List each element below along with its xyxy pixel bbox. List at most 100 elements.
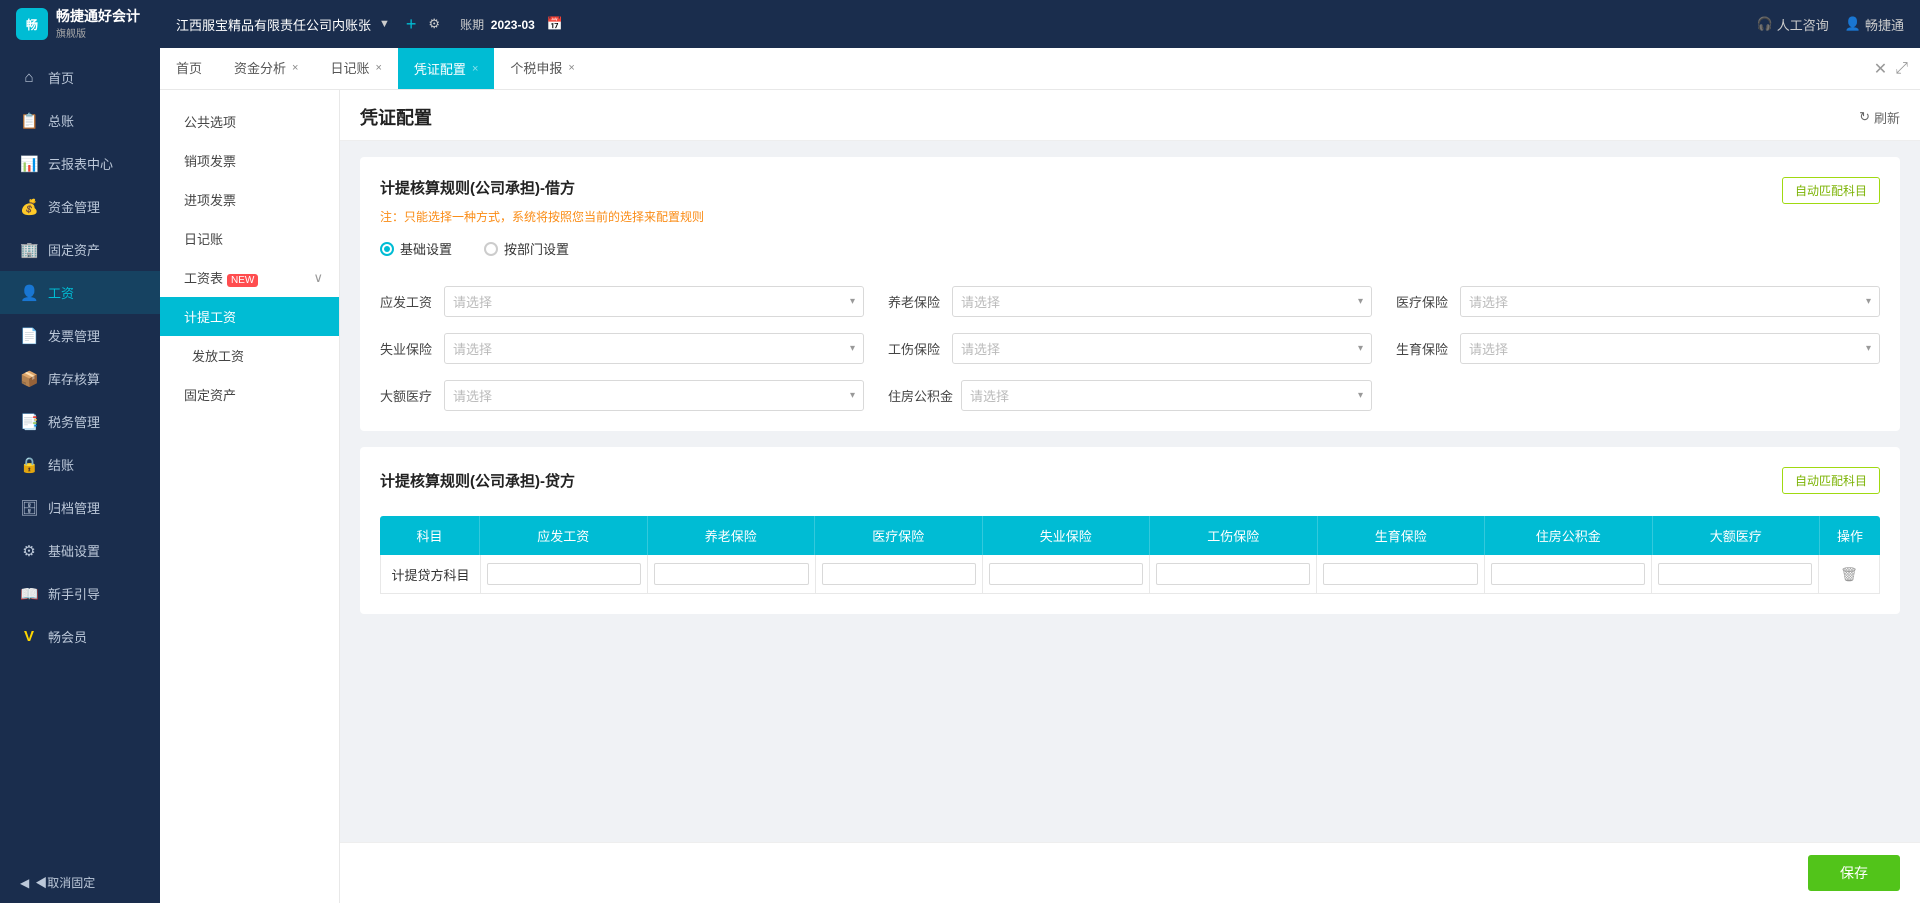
- select-arrow-icon: ▾: [1358, 343, 1363, 354]
- refresh-button[interactable]: ↻ 刷新: [1859, 108, 1900, 127]
- left-nav-purchase[interactable]: 进项发票: [160, 180, 339, 219]
- th-sybx: 失业保险: [983, 516, 1151, 555]
- tab-journal-close[interactable]: ×: [375, 62, 381, 74]
- sidebar-item-archive[interactable]: 🗄 归档管理: [0, 486, 160, 529]
- tab-tax-close[interactable]: ×: [568, 62, 574, 74]
- field-ylbx2-select[interactable]: 请选择 ▾: [1460, 286, 1880, 317]
- sidebar-item-label: 畅会员: [48, 627, 87, 646]
- td-dely-input[interactable]: [1658, 563, 1812, 585]
- left-nav: 公共选项 销项发票 进项发票 日记账 工资表NEW ∨ 计提工资 发放工资 固定…: [160, 90, 340, 903]
- scroll-content[interactable]: 计提核算规则(公司承担)-借方 注：只能选择一种方式，系统将按照您当前的选择来配…: [340, 141, 1920, 842]
- tab-tax-label: 个税申报: [510, 58, 562, 77]
- debit-section-notice: 注：只能选择一种方式，系统将按照您当前的选择来配置规则: [380, 208, 704, 225]
- sidebar-item-tax[interactable]: 📑 税务管理: [0, 400, 160, 443]
- tab-voucher[interactable]: 凭证配置 ×: [398, 48, 494, 89]
- th-zfgjj: 住房公积金: [1485, 516, 1653, 555]
- user-avatar-icon: 👤: [1845, 16, 1861, 32]
- td-sybx[interactable]: [983, 555, 1150, 593]
- field-dely-select[interactable]: 请选择 ▾: [444, 380, 864, 411]
- tab-home[interactable]: 首页: [160, 48, 218, 89]
- td-zfgjj[interactable]: [1485, 555, 1652, 593]
- left-nav-sales[interactable]: 销项发票: [160, 141, 339, 180]
- sidebar-item-vip[interactable]: V 畅会员: [0, 615, 160, 658]
- settings-icon[interactable]: ⚙: [428, 16, 440, 32]
- save-button[interactable]: 保存: [1808, 855, 1900, 891]
- debit-auto-match-button[interactable]: 自动匹配科目: [1782, 177, 1880, 204]
- td-yfgz-input[interactable]: [487, 563, 641, 585]
- td-sybx2-input[interactable]: [1323, 563, 1477, 585]
- tab-expand-icon[interactable]: ⤢: [1895, 60, 1908, 78]
- tab-tax[interactable]: 个税申报 ×: [494, 48, 590, 89]
- radio-basic[interactable]: 基础设置: [380, 239, 452, 258]
- select-arrow-icon: ▾: [850, 296, 855, 307]
- td-sybx-input[interactable]: [989, 563, 1143, 585]
- left-nav-pay-salary[interactable]: 发放工资: [160, 336, 339, 375]
- tab-journal[interactable]: 日记账 ×: [314, 48, 397, 89]
- td-sybx2[interactable]: [1317, 555, 1484, 593]
- home-icon: ⌂: [20, 69, 38, 86]
- sidebar-item-close[interactable]: 🔒 结账: [0, 443, 160, 486]
- service-button[interactable]: 🎧 人工咨询: [1757, 15, 1829, 34]
- sidebar-item-asset[interactable]: 🏢 固定资产: [0, 228, 160, 271]
- field-sybx2-label: 生育保险: [1396, 339, 1452, 358]
- delete-row-icon[interactable]: 🗑: [1840, 566, 1858, 583]
- field-sybx-select[interactable]: 请选择 ▾: [444, 333, 864, 364]
- sidebar-item-fund[interactable]: 💰 资金管理: [0, 185, 160, 228]
- td-dely[interactable]: [1652, 555, 1819, 593]
- field-ylbx-select[interactable]: 请选择 ▾: [952, 286, 1372, 317]
- report-icon: 📊: [20, 155, 38, 173]
- sidebar-pin-button[interactable]: ◀ ◀取消固定: [0, 862, 160, 903]
- left-nav-public[interactable]: 公共选项: [160, 102, 339, 141]
- field-dely-label: 大额医疗: [380, 386, 436, 405]
- sidebar-item-invoice[interactable]: 📄 发票管理: [0, 314, 160, 357]
- td-yfgz[interactable]: [481, 555, 648, 593]
- th-ylbx2: 医疗保险: [815, 516, 983, 555]
- td-ylbx-input[interactable]: [654, 563, 808, 585]
- td-ylbx2-input[interactable]: [822, 563, 976, 585]
- radio-dept[interactable]: 按部门设置: [484, 239, 569, 258]
- td-ylbx[interactable]: [648, 555, 815, 593]
- app-edition: 旗舰版: [56, 25, 140, 40]
- field-yfgz-select[interactable]: 请选择 ▾: [444, 286, 864, 317]
- sidebar-item-inventory[interactable]: 📦 库存核算: [0, 357, 160, 400]
- field-gsbx-select[interactable]: 请选择 ▾: [952, 333, 1372, 364]
- tab-fund-close[interactable]: ×: [292, 62, 298, 74]
- td-ylbx2[interactable]: [816, 555, 983, 593]
- user-area[interactable]: 👤 畅捷通: [1845, 15, 1904, 34]
- sidebar: ⌂ 首页 📋 总账 📊 云报表中心 💰 资金管理 🏢 固定资产 👤 工资 📄 发…: [0, 48, 160, 903]
- sidebar-item-guide[interactable]: 📖 新手引导: [0, 572, 160, 615]
- th-dely: 大额医疗: [1653, 516, 1821, 555]
- th-gsbx: 工伤保险: [1150, 516, 1318, 555]
- add-account-icon[interactable]: +: [406, 14, 417, 35]
- td-gsbx-input[interactable]: [1156, 563, 1310, 585]
- sidebar-item-report[interactable]: 📊 云报表中心: [0, 142, 160, 185]
- left-nav-fixed-asset[interactable]: 固定资产: [160, 375, 339, 414]
- tab-voucher-close[interactable]: ×: [472, 63, 478, 75]
- left-nav-calc-salary[interactable]: 计提工资: [160, 297, 339, 336]
- credit-auto-match-button[interactable]: 自动匹配科目: [1782, 467, 1880, 494]
- sidebar-item-settings[interactable]: ⚙ 基础设置: [0, 529, 160, 572]
- left-nav-journal[interactable]: 日记账: [160, 219, 339, 258]
- field-zfgjj-select[interactable]: 请选择 ▾: [961, 380, 1372, 411]
- sidebar-item-label: 固定资产: [48, 240, 100, 259]
- sidebar-item-salary[interactable]: 👤 工资: [0, 271, 160, 314]
- company-dropdown-icon[interactable]: ▼: [379, 18, 390, 30]
- refresh-label: 刷新: [1874, 108, 1900, 127]
- select-arrow-icon: ▾: [1866, 343, 1871, 354]
- user-name: 畅捷通: [1865, 15, 1904, 34]
- sidebar-item-ledger[interactable]: 📋 总账: [0, 99, 160, 142]
- tab-voucher-label: 凭证配置: [414, 59, 466, 78]
- left-nav-payroll-table[interactable]: 工资表NEW ∨: [160, 258, 339, 297]
- td-zfgjj-input[interactable]: [1491, 563, 1645, 585]
- tab-bar: 首页 资金分析 × 日记账 × 凭证配置 × 个税申报 × ✕ ⤢: [160, 48, 1920, 90]
- sidebar-item-home[interactable]: ⌂ 首页: [0, 56, 160, 99]
- field-ylbx2: 医疗保险 请选择 ▾: [1396, 286, 1880, 317]
- sidebar-item-label: 总账: [48, 111, 74, 130]
- tab-actions: ✕ ⤢: [1862, 48, 1920, 89]
- calendar-icon[interactable]: 📅: [547, 16, 563, 32]
- td-gsbx[interactable]: [1150, 555, 1317, 593]
- tab-fund[interactable]: 资金分析 ×: [218, 48, 314, 89]
- tab-close-all-icon[interactable]: ✕: [1874, 59, 1887, 79]
- field-gsbx-label: 工伤保险: [888, 339, 944, 358]
- field-sybx2-select[interactable]: 请选择 ▾: [1460, 333, 1880, 364]
